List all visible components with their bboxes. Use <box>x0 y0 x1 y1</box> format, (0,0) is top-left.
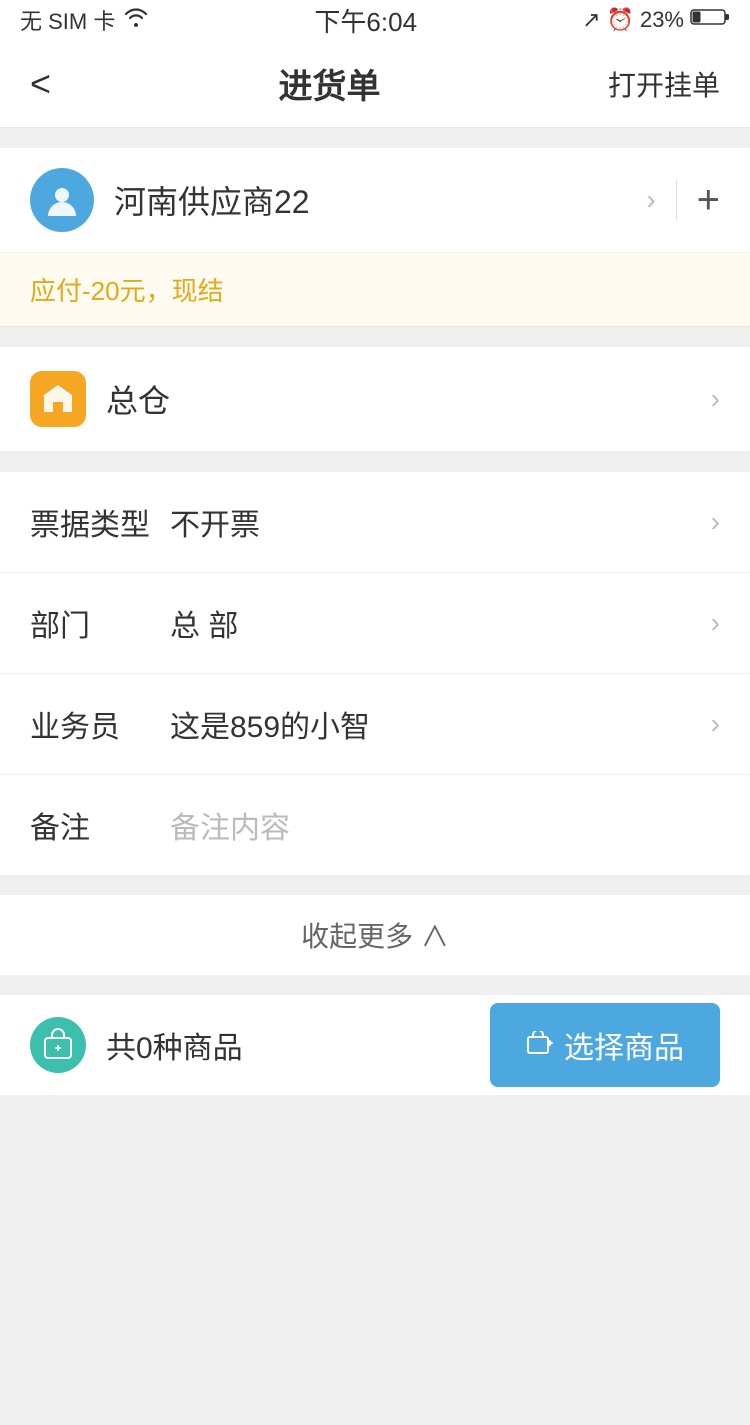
carrier-text: 无 SIM 卡 <box>20 4 115 36</box>
remark-label: 备注 <box>30 803 170 847</box>
status-left: 无 SIM 卡 <box>20 4 149 36</box>
back-button[interactable]: < <box>30 63 51 105</box>
collapse-bar[interactable]: 收起更多 ∧ <box>0 895 750 975</box>
warehouse-chevron-icon: › <box>711 383 720 415</box>
invoice-chevron-icon: › <box>711 506 720 538</box>
battery-icon <box>690 7 730 33</box>
warehouse-row[interactable]: 总仓 › <box>0 347 750 452</box>
notice-bar: 应付-20元，现结 <box>0 253 750 327</box>
section-gap-1 <box>0 128 750 148</box>
status-time: 下午6:04 <box>314 2 417 39</box>
salesperson-label: 业务员 <box>30 702 170 746</box>
alarm-icon: ⏰ <box>607 7 634 33</box>
product-icon <box>30 1017 86 1073</box>
bottom-bar: 共0种商品 选择商品 <box>0 995 750 1095</box>
product-count-text: 共0种商品 <box>106 1023 490 1067</box>
salesperson-value: 这是859的小智 <box>170 702 711 746</box>
open-pending-button[interactable]: 打开挂单 <box>608 64 720 104</box>
department-row[interactable]: 部门 总 部 › <box>0 573 750 674</box>
select-product-label: 选择商品 <box>564 1023 684 1067</box>
invoice-type-label: 票据类型 <box>30 500 170 544</box>
form-section: 票据类型 不开票 › 部门 总 部 › 业务员 这是859的小智 › 备注 备注… <box>0 472 750 875</box>
bottom-area <box>0 1095 750 1425</box>
salesperson-row[interactable]: 业务员 这是859的小智 › <box>0 674 750 775</box>
status-bar: 无 SIM 卡 下午6:04 ↗ ⏰ 23% <box>0 0 750 40</box>
nav-bar: < 进货单 打开挂单 <box>0 40 750 128</box>
warehouse-name: 总仓 <box>106 376 711 422</box>
select-product-button[interactable]: 选择商品 <box>490 1003 720 1087</box>
department-value: 总 部 <box>170 601 711 645</box>
supplier-name: 河南供应商22 <box>114 177 646 223</box>
remark-input[interactable]: 备注内容 <box>170 803 720 847</box>
supplier-section: 河南供应商22 › + 应付-20元，现结 <box>0 148 750 327</box>
status-right: ↗ ⏰ 23% <box>582 7 730 33</box>
collapse-label: 收起更多 ∧ <box>301 915 449 955</box>
wifi-icon <box>123 7 149 33</box>
supplier-divider <box>676 180 677 220</box>
remark-row[interactable]: 备注 备注内容 <box>0 775 750 875</box>
location-icon: ↗ <box>582 7 600 33</box>
invoice-type-row[interactable]: 票据类型 不开票 › <box>0 472 750 573</box>
salesperson-chevron-icon: › <box>711 708 720 740</box>
supplier-chevron-icon: › <box>646 184 655 216</box>
warehouse-icon <box>30 371 86 427</box>
department-chevron-icon: › <box>711 607 720 639</box>
supplier-avatar <box>30 168 94 232</box>
invoice-type-value: 不开票 <box>170 500 711 544</box>
supplier-row[interactable]: 河南供应商22 › + <box>0 148 750 253</box>
add-supplier-button[interactable]: + <box>697 178 720 223</box>
page-title: 进货单 <box>279 59 381 108</box>
notice-text: 应付-20元，现结 <box>30 276 224 306</box>
department-label: 部门 <box>30 601 170 645</box>
battery-text: 23% <box>640 7 684 33</box>
